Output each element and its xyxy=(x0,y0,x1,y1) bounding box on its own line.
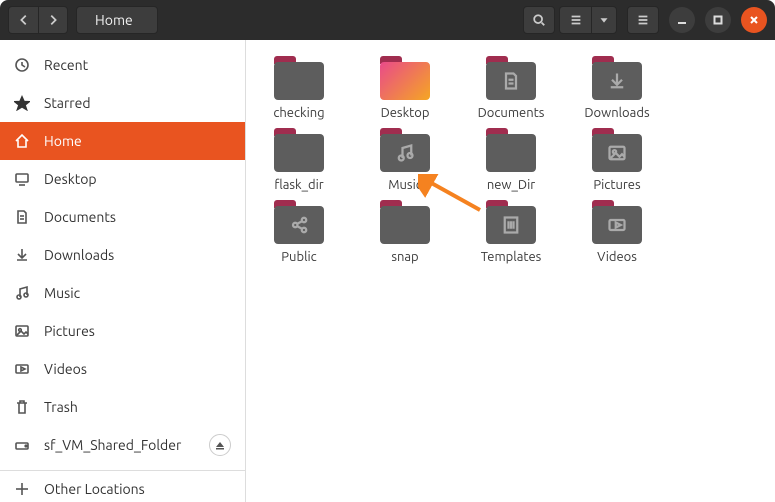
folder-icon xyxy=(486,56,536,100)
view-options-button[interactable] xyxy=(591,6,617,34)
folder-label: Templates xyxy=(481,250,542,264)
nav-buttons xyxy=(8,6,68,34)
sidebar-item-trash[interactable]: Trash xyxy=(0,388,245,426)
folder-label: Documents xyxy=(478,106,545,120)
location-bar[interactable]: Home xyxy=(76,6,158,34)
sidebar-item-label: Documents xyxy=(44,209,116,225)
sidebar-item-recent[interactable]: Recent xyxy=(0,46,245,84)
location-label: Home xyxy=(95,12,133,28)
folder-label: Pictures xyxy=(593,178,640,192)
folder-label: flask_dir xyxy=(274,178,323,192)
folder-icon xyxy=(486,128,536,172)
folder-templates[interactable]: Templates xyxy=(466,200,556,264)
close-button[interactable] xyxy=(741,7,767,33)
folder-documents[interactable]: Documents xyxy=(466,56,556,120)
folder-flask-dir[interactable]: flask_dir xyxy=(254,128,344,192)
folder-label: Music xyxy=(388,178,422,192)
folder-snap[interactable]: snap xyxy=(360,200,450,264)
sidebar-item-label: Home xyxy=(44,133,82,149)
sidebar-item-label: Music xyxy=(44,285,80,301)
sidebar-item-home[interactable]: Home xyxy=(0,122,245,160)
clock-icon xyxy=(14,57,30,73)
download-icon xyxy=(14,247,30,263)
share-icon xyxy=(289,215,309,235)
sidebar: Recent Starred Home Desktop Documents Downloa… xyxy=(0,40,246,502)
sidebar-item-videos[interactable]: Videos xyxy=(0,350,245,388)
desktop-icon xyxy=(14,171,30,187)
sidebar-item-label: Pictures xyxy=(44,323,95,339)
folder-icon xyxy=(592,56,642,100)
search-button[interactable] xyxy=(523,6,555,34)
view-buttons xyxy=(559,6,617,34)
titlebar: Home xyxy=(0,0,775,40)
folder-label: Videos xyxy=(597,250,637,264)
folder-label: Desktop xyxy=(381,106,430,120)
document-icon xyxy=(501,71,521,91)
minimize-button[interactable] xyxy=(669,7,695,33)
folder-icon xyxy=(592,200,642,244)
folder-icon xyxy=(380,200,430,244)
sidebar-item-label: sf_VM_Shared_Folder xyxy=(44,437,181,453)
music-icon xyxy=(395,143,415,163)
folder-music[interactable]: Music xyxy=(360,128,450,192)
sidebar-item-label: Starred xyxy=(44,95,91,111)
sidebar-other-locations[interactable]: Other Locations xyxy=(0,477,245,502)
sidebar-item-label: Desktop xyxy=(44,171,97,187)
sidebar-item-label: Videos xyxy=(44,361,87,377)
folder-public[interactable]: Public xyxy=(254,200,344,264)
folder-icon xyxy=(380,128,430,172)
folder-icon xyxy=(486,200,536,244)
folder-checking[interactable]: checking xyxy=(254,56,344,120)
folder-label: snap xyxy=(391,250,418,264)
folder-icon xyxy=(592,128,642,172)
video-icon xyxy=(607,215,627,235)
sidebar-item-starred[interactable]: Starred xyxy=(0,84,245,122)
sidebar-separator xyxy=(0,470,245,471)
sidebar-item-music[interactable]: Music xyxy=(0,274,245,312)
sidebar-item-sf-vm-shared-folder[interactable]: sf_VM_Shared_Folder xyxy=(0,426,245,464)
sidebar-item-label: Recent xyxy=(44,57,88,73)
sidebar-item-desktop[interactable]: Desktop xyxy=(0,160,245,198)
content-area[interactable]: checking Desktop Documents Downloads flask_d… xyxy=(246,40,775,502)
folder-icon xyxy=(380,56,430,100)
back-button[interactable] xyxy=(8,6,38,34)
folder-icon xyxy=(274,200,324,244)
folder-label: new_Dir xyxy=(487,178,535,192)
picture-icon xyxy=(607,143,627,163)
maximize-button[interactable] xyxy=(705,7,731,33)
forward-button[interactable] xyxy=(38,6,68,34)
picture-icon xyxy=(14,323,30,339)
download-icon xyxy=(607,71,627,91)
eject-button[interactable] xyxy=(209,434,231,456)
folder-desktop[interactable]: Desktop xyxy=(360,56,450,120)
folder-icon xyxy=(274,56,324,100)
template-icon xyxy=(501,215,521,235)
folder-icon xyxy=(274,128,324,172)
folder-pictures[interactable]: Pictures xyxy=(572,128,662,192)
sidebar-item-documents[interactable]: Documents xyxy=(0,198,245,236)
folder-label: checking xyxy=(273,106,324,120)
menu-button[interactable] xyxy=(627,6,659,34)
trash-icon xyxy=(14,399,30,415)
music-icon xyxy=(14,285,30,301)
list-view-button[interactable] xyxy=(559,6,591,34)
home-icon xyxy=(14,133,30,149)
drive-icon xyxy=(14,437,30,453)
folder-videos[interactable]: Videos xyxy=(572,200,662,264)
folder-label: Downloads xyxy=(584,106,649,120)
sidebar-item-label: Downloads xyxy=(44,247,114,263)
video-icon xyxy=(14,361,30,377)
star-icon xyxy=(14,95,30,111)
folder-grid: checking Desktop Documents Downloads flask_d… xyxy=(254,56,767,264)
sidebar-item-label: Trash xyxy=(44,399,78,415)
folder-downloads[interactable]: Downloads xyxy=(572,56,662,120)
folder-new-dir[interactable]: new_Dir xyxy=(466,128,556,192)
sidebar-item-label: Other Locations xyxy=(44,481,145,497)
sidebar-item-pictures[interactable]: Pictures xyxy=(0,312,245,350)
document-icon xyxy=(14,209,30,225)
folder-label: Public xyxy=(281,250,316,264)
sidebar-item-downloads[interactable]: Downloads xyxy=(0,236,245,274)
